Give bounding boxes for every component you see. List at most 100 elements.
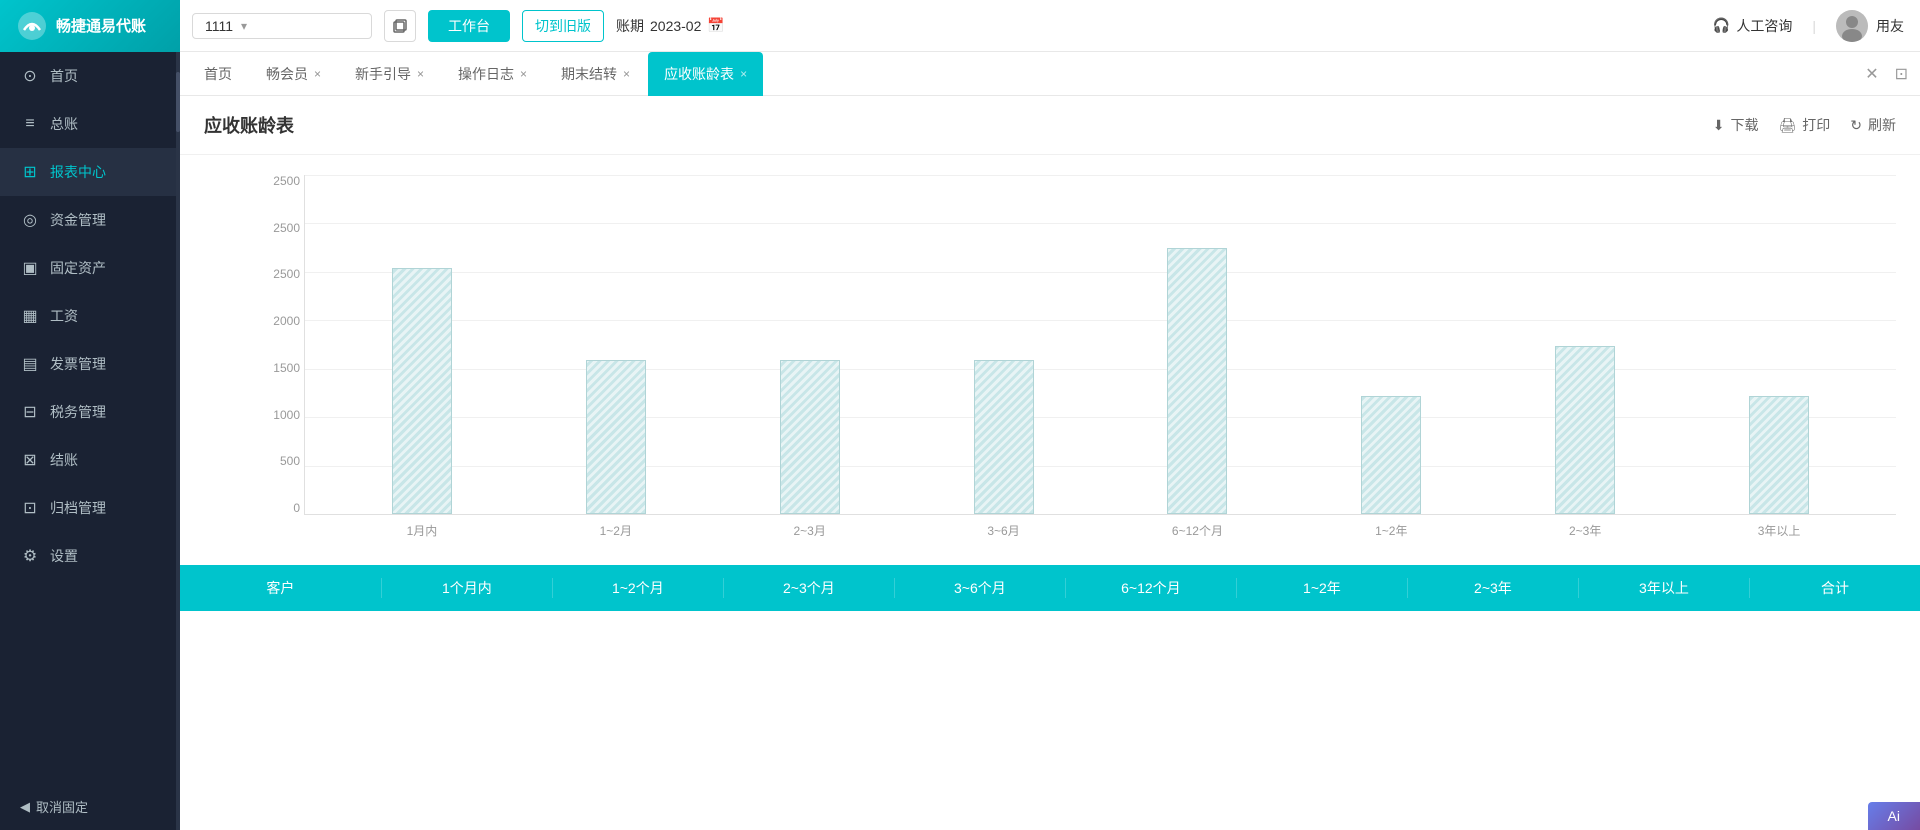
sidebar-item-reports[interactable]: ⊞报表中心 [0,148,180,196]
x-label-4: 6~12个月 [1167,522,1227,539]
invoice-icon: ▤ [20,354,40,374]
bar-3 [974,360,1034,514]
sidebar-item-assets[interactable]: ▣固定资产 [0,244,180,292]
sidebar-label-ledger: 总账 [50,114,78,134]
copy-button[interactable] [384,10,416,42]
archive-icon: ⊡ [20,498,40,518]
y-label-2500-top: 2500 [273,175,300,187]
sidebar-collapse-button[interactable]: ◀ 取消固定 [0,783,180,830]
page-title: 应收账龄表 [204,112,294,138]
consulting-button[interactable]: 🎧 人工咨询 [1713,16,1792,36]
bar-group-3 [974,360,1034,514]
table-header-6: 1~2年 [1237,578,1408,598]
bar-0 [392,268,452,514]
sidebar-item-settings[interactable]: ⚙设置 [0,532,180,580]
x-label-0: 1月内 [392,522,452,539]
tab-close-period-close[interactable]: × [623,67,630,81]
bar-5 [1361,396,1421,514]
sidebar-label-tax: 税务管理 [50,402,106,422]
bar-group-1 [586,360,646,514]
ai-badge[interactable]: Ai [1868,802,1920,830]
sidebar-item-home[interactable]: ⊙首页 [0,52,180,100]
x-label-1: 1~2月 [586,522,646,539]
sidebar-item-close[interactable]: ⊠结账 [0,436,180,484]
avatar [1836,10,1868,42]
bar-6 [1555,346,1615,514]
download-button[interactable]: ⬇ 下载 [1713,115,1759,135]
close-all-tabs-icon[interactable]: ✕ [1861,60,1882,88]
sidebar-scrollbar[interactable] [176,52,180,830]
tab-label-guide: 新手引导 [355,64,411,84]
sidebar-item-archive[interactable]: ⊡归档管理 [0,484,180,532]
tab-member[interactable]: 畅会员 × [250,52,337,96]
table-header-9: 合计 [1750,578,1920,598]
refresh-button[interactable]: ↻ 刷新 [1850,115,1896,135]
bar-group-0 [392,268,452,514]
bar-group-2 [780,360,840,514]
page-inner: 应收账龄表 ⬇ 下载 🖨 打印 ↻ 刷新 [180,96,1920,830]
period-value: 2023-02 [650,18,701,34]
period-area: 账期 2023-02 📅 [616,16,725,36]
print-icon: 🖨 [1778,117,1796,134]
payroll-icon: ▦ [20,306,40,326]
collapse-icon: ◀ [20,799,30,815]
calendar-icon[interactable]: 📅 [707,17,724,34]
period-label: 账期 [616,16,644,36]
bar-7 [1749,396,1809,514]
avatar-image [1836,10,1868,42]
tab-oplog[interactable]: 操作日志 × [442,52,543,96]
logo-text: 畅捷通易代账 [56,15,146,36]
page-content: 应收账龄表 ⬇ 下载 🖨 打印 ↻ 刷新 [180,96,1920,830]
tab-close-member[interactable]: × [314,67,321,81]
tab-period-close[interactable]: 期末结转 × [545,52,646,96]
bar-group-4 [1167,248,1227,514]
tab-close-guide[interactable]: × [417,67,424,81]
sidebar-item-ledger[interactable]: ≡总账 [0,100,180,148]
workbench-button[interactable]: 工作台 [428,10,510,42]
table-header-5: 6~12个月 [1066,578,1237,598]
tax-icon: ⊟ [20,402,40,422]
table-header: 客户1个月内1~2个月2~3个月3~6个月6~12个月1~2年2~3年3年以上合… [180,565,1920,611]
tab-ar-aging[interactable]: 应收账龄表 × [648,52,763,96]
x-label-6: 2~3年 [1555,522,1615,539]
user-area[interactable]: 用友 [1836,10,1904,42]
tab-label-ar-aging: 应收账龄表 [664,64,734,84]
funds-icon: ◎ [20,210,40,230]
switch-version-button[interactable]: 切到旧版 [522,10,604,42]
sidebar-label-invoice: 发票管理 [50,354,106,374]
dropdown-arrow-icon: ▾ [241,19,247,33]
bars-area [305,175,1896,514]
headset-icon: 🎧 [1713,17,1730,34]
assets-icon: ▣ [20,258,40,278]
company-selector[interactable]: 1111 ▾ [192,13,372,39]
sidebar-scrollbar-thumb [176,72,180,132]
sidebar-label-payroll: 工资 [50,306,78,326]
y-label-500: 500 [280,455,300,467]
chart-container: 2500 2500 2500 2000 1500 1000 500 0 [180,155,1920,565]
tab-home[interactable]: 首页 [188,52,248,96]
sidebar-item-tax[interactable]: ⊟ 税务管理 [0,388,180,436]
sidebar-item-funds[interactable]: ◎资金管理 [0,196,180,244]
refresh-icon: ↻ [1850,117,1862,134]
logo-area: 畅捷通易代账 [0,0,180,52]
sidebar-item-payroll[interactable]: ▦ 工资 [0,292,180,340]
bar-1 [586,360,646,514]
print-button[interactable]: 🖨 打印 [1778,115,1830,135]
page-actions: ⬇ 下载 🖨 打印 ↻ 刷新 [1713,115,1896,135]
app-header: 畅捷通易代账 1111 ▾ 工作台 切到旧版 账期 2023-02 📅 🎧 人工… [0,0,1920,52]
main-layout: ⊙首页≡总账⊞报表中心◎资金管理▣固定资产 ▦ 工资 ▤ 发票管理 ⊟ 税务管理 ⊠结账⊡归档… [0,52,1920,830]
bar-group-7 [1749,396,1809,514]
tab-close-oplog[interactable]: × [520,67,527,81]
company-name: 1111 [205,18,233,34]
expand-icon[interactable]: ⊡ [1891,60,1912,88]
close-icon: ⊠ [20,450,40,470]
bar-2 [780,360,840,514]
y-label-0: 0 [293,502,300,514]
tab-close-ar-aging[interactable]: × [740,67,747,81]
x-label-5: 1~2年 [1361,522,1421,539]
copy-icon [392,18,408,34]
y-label-2500-2: 2500 [273,222,300,234]
tab-guide[interactable]: 新手引导 × [339,52,440,96]
sidebar-item-invoice[interactable]: ▤ 发票管理 [0,340,180,388]
tab-label-oplog: 操作日志 [458,64,514,84]
